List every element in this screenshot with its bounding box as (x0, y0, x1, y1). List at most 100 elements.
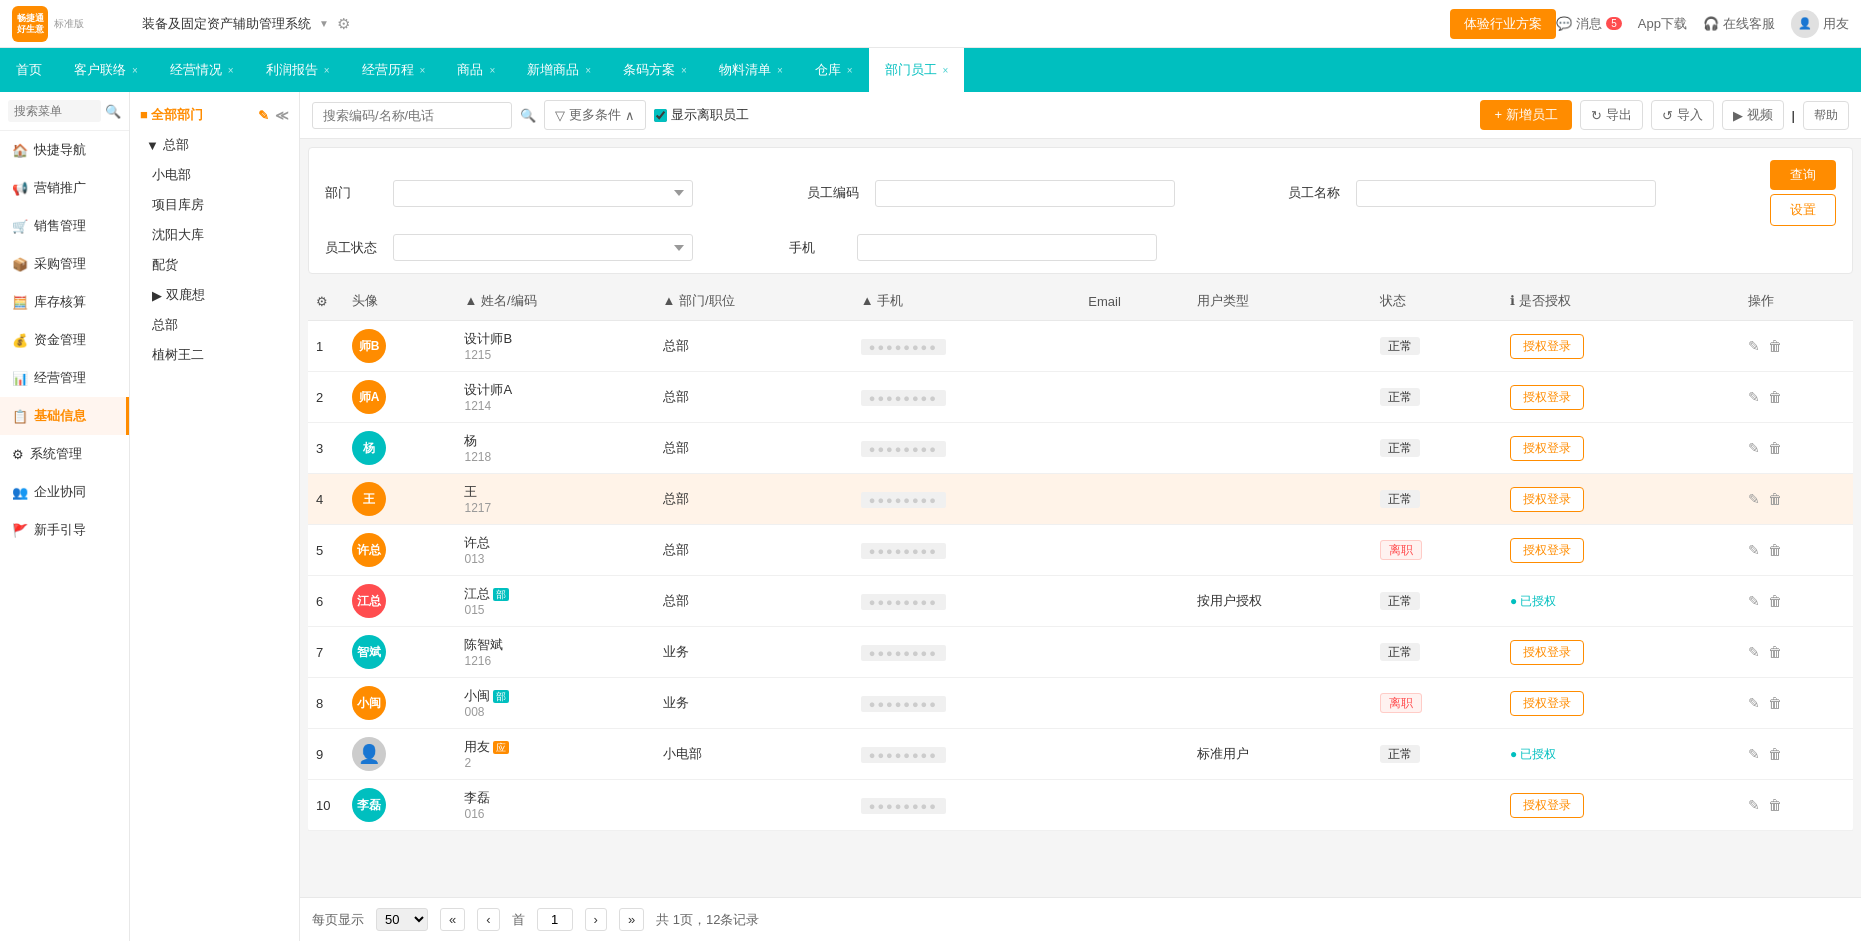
auth-button[interactable]: 授权登录 (1510, 538, 1584, 563)
collapse-tree-icon[interactable]: ≪ (275, 108, 289, 123)
show-resigned-label[interactable]: 显示离职员工 (654, 106, 749, 124)
sidebar-search-input[interactable] (8, 100, 101, 122)
edit-icon[interactable]: ✎ (1748, 389, 1760, 405)
tab-goods[interactable]: 商品 × (441, 48, 511, 92)
sidebar-item-inventory[interactable]: 🧮 库存核算 (0, 283, 129, 321)
edit-dept-icon[interactable]: ✎ (258, 108, 269, 123)
export-button[interactable]: ↻ 导出 (1580, 100, 1643, 130)
auth-button[interactable]: 授权登录 (1510, 487, 1584, 512)
filter-emp-name-input[interactable] (1356, 180, 1656, 207)
add-employee-button[interactable]: + 新增员工 (1480, 100, 1571, 130)
edit-icon[interactable]: ✎ (1748, 491, 1760, 507)
settings-icon[interactable]: ⚙ (337, 15, 350, 33)
tab-customer[interactable]: 客户联络 × (58, 48, 154, 92)
toolbar: 🔍 ▽ 更多条件 ∧ 显示离职员工 + 新增员工 ↻ 导出 (300, 92, 1861, 139)
col-name[interactable]: ▲ 姓名/编码 (456, 282, 654, 321)
dept-node-zongbu[interactable]: ▼ 总部 (130, 130, 299, 160)
experience-button[interactable]: 体验行业方案 (1450, 9, 1556, 39)
more-filters-button[interactable]: ▽ 更多条件 ∧ (544, 100, 646, 130)
dept-node-zhishu[interactable]: 植树王二 (130, 340, 299, 370)
auth-button[interactable]: 授权登录 (1510, 334, 1584, 359)
sidebar-item-guide[interactable]: 🚩 新手引导 (0, 511, 129, 549)
dept-node-shuangluxiang[interactable]: ▶ 双鹿想 (130, 280, 299, 310)
edit-icon[interactable]: ✎ (1748, 695, 1760, 711)
sidebar-item-basic-info[interactable]: 📋 基础信息 (0, 397, 129, 435)
help-button[interactable]: 帮助 (1803, 101, 1849, 130)
auth-button[interactable]: 授权登录 (1510, 640, 1584, 665)
tab-bom[interactable]: 物料清单 × (703, 48, 799, 92)
tab-home[interactable]: 首页 (0, 48, 58, 92)
delete-icon[interactable]: 🗑 (1768, 338, 1782, 354)
reset-button[interactable]: 设置 (1770, 194, 1836, 226)
edit-icon[interactable]: ✎ (1748, 797, 1760, 813)
edit-icon[interactable]: ✎ (1748, 542, 1760, 558)
last-page-button[interactable]: » (619, 908, 644, 931)
tab-barcode[interactable]: 条码方案 × (607, 48, 703, 92)
messages-button[interactable]: 💬 消息 5 (1556, 15, 1622, 33)
prev-page-button[interactable]: ‹ (477, 908, 499, 931)
tab-history[interactable]: 经营历程 × (346, 48, 442, 92)
delete-icon[interactable]: 🗑 (1768, 542, 1782, 558)
auth-button[interactable]: 授权登录 (1510, 691, 1584, 716)
show-resigned-checkbox[interactable] (654, 109, 667, 122)
import-button[interactable]: ↺ 导入 (1651, 100, 1714, 130)
filter-emp-code-input[interactable] (875, 180, 1175, 207)
auth-button[interactable]: 授权登录 (1510, 385, 1584, 410)
edit-icon[interactable]: ✎ (1748, 338, 1760, 354)
edit-icon[interactable]: ✎ (1748, 593, 1760, 609)
app-download-button[interactable]: App下载 (1638, 15, 1687, 33)
tab-new-goods[interactable]: 新增商品 × (511, 48, 607, 92)
sidebar-item-marketing[interactable]: 📢 营销推广 (0, 169, 129, 207)
filter-emp-status-select[interactable] (393, 234, 693, 261)
delete-icon[interactable]: 🗑 (1768, 695, 1782, 711)
delete-icon[interactable]: 🗑 (1768, 491, 1782, 507)
filter-emp-status: 员工状态 (325, 234, 769, 261)
delete-icon[interactable]: 🗑 (1768, 797, 1782, 813)
sidebar-item-finance[interactable]: 💰 资金管理 (0, 321, 129, 359)
filter-dept-select[interactable] (393, 180, 693, 207)
sidebar-item-purchase[interactable]: 📦 采购管理 (0, 245, 129, 283)
edit-icon[interactable]: ✎ (1748, 746, 1760, 762)
delete-icon[interactable]: 🗑 (1768, 593, 1782, 609)
delete-icon[interactable]: 🗑 (1768, 389, 1782, 405)
auth-button[interactable]: 授权登录 (1510, 436, 1584, 461)
dept-node-zongbu2[interactable]: 总部 (130, 310, 299, 340)
col-phone[interactable]: ▲ 手机 (853, 282, 1081, 321)
auth-button[interactable]: 授权登录 (1510, 793, 1584, 818)
delete-icon[interactable]: 🗑 (1768, 746, 1782, 762)
dept-node-project[interactable]: 项目库房 (130, 190, 299, 220)
delete-icon[interactable]: 🗑 (1768, 644, 1782, 660)
sidebar-item-management[interactable]: 📊 经营管理 (0, 359, 129, 397)
page-number-input[interactable] (537, 908, 573, 931)
dept-node-shenyang[interactable]: 沈阳大库 (130, 220, 299, 250)
tab-operations[interactable]: 经营情况 × (154, 48, 250, 92)
avatar: 👤 (352, 737, 386, 771)
dept-node-peihuo[interactable]: 配货 (130, 250, 299, 280)
sidebar-item-system[interactable]: ⚙ 系统管理 (0, 435, 129, 473)
first-page-button[interactable]: « (440, 908, 465, 931)
col-settings[interactable]: ⚙ (308, 282, 344, 321)
tab-employees[interactable]: 部门员工 × (869, 48, 965, 92)
user-avatar[interactable]: 👤 用友 (1791, 10, 1849, 38)
tab-profit[interactable]: 利润报告 × (250, 48, 346, 92)
col-dept[interactable]: ▲ 部门/职位 (655, 282, 853, 321)
edit-icon[interactable]: ✎ (1748, 644, 1760, 660)
per-page-select[interactable]: 50 20 100 (376, 908, 428, 931)
sidebar-item-sales[interactable]: 🛒 销售管理 (0, 207, 129, 245)
filter-phone-input[interactable] (857, 234, 1157, 261)
query-button[interactable]: 查询 (1770, 160, 1836, 190)
topbar-right: 💬 消息 5 App下载 🎧 在线客服 👤 用友 (1556, 10, 1849, 38)
search-icon[interactable]: 🔍 (520, 108, 536, 123)
online-service-button[interactable]: 🎧 在线客服 (1703, 15, 1775, 33)
sidebar-item-collab[interactable]: 👥 企业协同 (0, 473, 129, 511)
sidebar-item-quick-nav[interactable]: 🏠 快捷导航 (0, 131, 129, 169)
employee-phone: ●●●●●●●● (853, 729, 1081, 780)
dept-node-xiaodiandept[interactable]: 小电部 (130, 160, 299, 190)
delete-icon[interactable]: 🗑 (1768, 440, 1782, 456)
next-page-button[interactable]: › (585, 908, 607, 931)
edit-icon[interactable]: ✎ (1748, 440, 1760, 456)
view-button[interactable]: ▶ 视频 (1722, 100, 1784, 130)
tab-warehouse[interactable]: 仓库 × (799, 48, 869, 92)
search-input[interactable] (312, 102, 512, 129)
dropdown-arrow-icon[interactable]: ▼ (319, 18, 329, 29)
